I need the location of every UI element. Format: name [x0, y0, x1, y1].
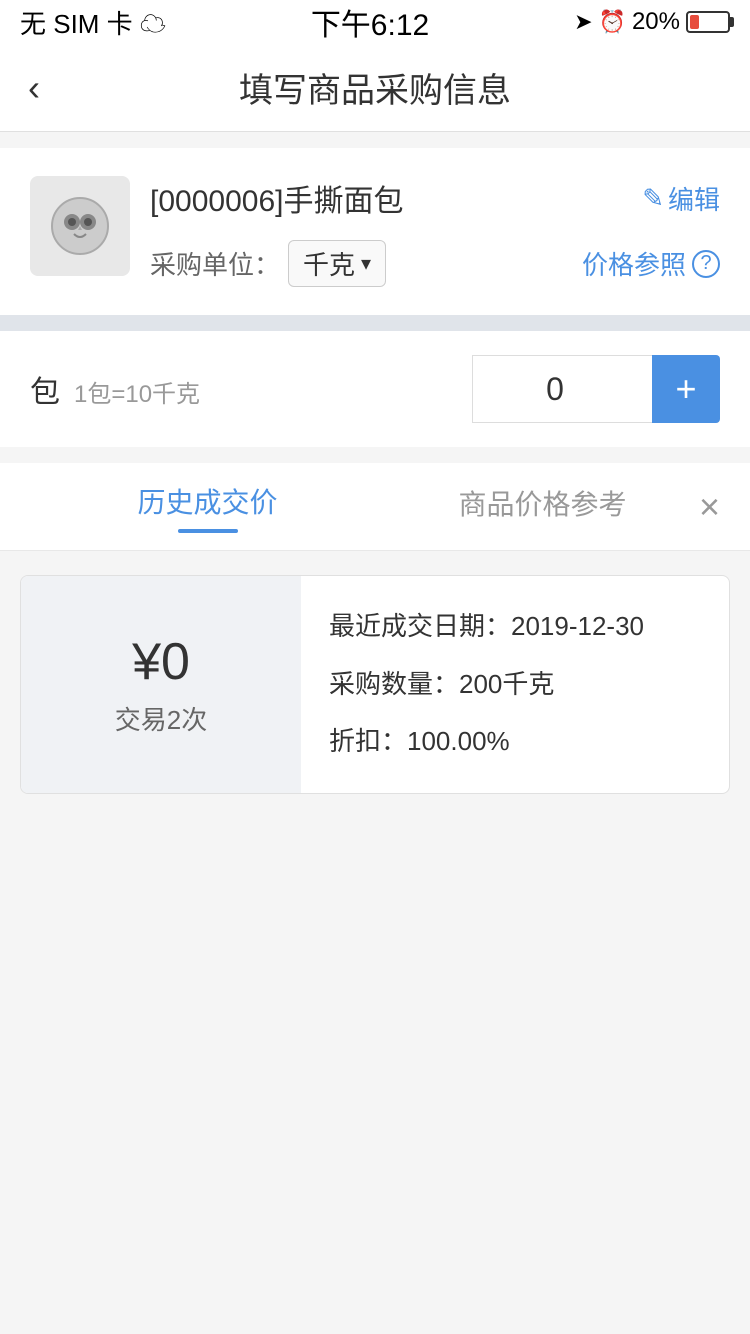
battery-fill: [690, 15, 699, 29]
status-left: 无 SIM 卡 ☁: [20, 4, 166, 41]
tab-bar: 历史成交价 商品价格参考 ×: [0, 463, 750, 551]
unit-label: 采购单位：: [150, 245, 280, 282]
edit-label: 编辑: [668, 180, 720, 217]
section-divider: [0, 315, 750, 331]
history-detail-section: 最近成交日期：2019-12-30 采购数量：200千克 折扣：100.00%: [301, 576, 729, 793]
product-owl-icon: [50, 196, 110, 256]
history-price-value: ¥0: [132, 632, 190, 692]
product-name: [0000006]手撕面包: [150, 176, 403, 220]
product-info: [0000006]手撕面包 ✎ 编辑 采购单位： 千克 ▾ 价格参照 ?: [150, 176, 720, 287]
product-name-row: [0000006]手撕面包 ✎ 编辑: [150, 176, 720, 220]
unit-row: 采购单位： 千克 ▾ 价格参照 ?: [150, 240, 720, 287]
history-qty-row: 采购数量：200千克: [329, 664, 701, 706]
history-latest-date-row: 最近成交日期：2019-12-30: [329, 606, 701, 648]
latest-date-label: 最近成交日期：: [329, 611, 511, 641]
back-button[interactable]: ‹: [28, 67, 40, 109]
product-card: [0000006]手撕面包 ✎ 编辑 采购单位： 千克 ▾ 价格参照 ?: [0, 148, 750, 315]
quantity-left: 包 1包=10千克: [30, 367, 200, 411]
qty-label: 采购数量：: [329, 669, 459, 699]
tab-product-label: 商品价格参考: [458, 483, 626, 531]
quantity-input-group: +: [472, 355, 720, 423]
status-right: ➤ ⏰ 20%: [574, 8, 730, 36]
battery-indicator: [686, 11, 730, 33]
alarm-icon: ⏰: [599, 9, 626, 35]
price-ref-icon: ?: [692, 250, 720, 278]
plus-icon: +: [675, 368, 696, 410]
discount-label: 折扣：: [329, 726, 407, 756]
unit-dropdown-icon: ▾: [361, 251, 371, 276]
tab-close-button[interactable]: ×: [699, 486, 720, 528]
product-image: [30, 176, 130, 276]
edit-icon: ✎: [642, 183, 664, 214]
product-top-row: [0000006]手撕面包 ✎ 编辑 采购单位： 千克 ▾ 价格参照 ?: [30, 176, 720, 287]
main-content: ¥0 交易2次 最近成交日期：2019-12-30 采购数量：200千克 折扣：…: [0, 575, 750, 1275]
tab-product-price-ref[interactable]: 商品价格参考: [375, 483, 710, 531]
unit-value: 千克: [303, 245, 355, 282]
tab-history-price[interactable]: 历史成交价: [40, 481, 375, 533]
unit-select[interactable]: 千克 ▾: [288, 240, 386, 287]
gps-icon: ➤: [574, 9, 592, 35]
price-ref-button[interactable]: 价格参照 ?: [582, 245, 720, 282]
price-ref-label: 价格参照: [582, 245, 686, 282]
history-price-section: ¥0 交易2次: [21, 576, 301, 793]
discount-value: 100.00%: [407, 726, 510, 756]
latest-date-value: 2019-12-30: [511, 611, 644, 641]
tab-active-underline: [178, 529, 238, 533]
battery-percent: 20%: [632, 8, 680, 36]
sim-signal-text: 无 SIM 卡 ☁: [20, 4, 166, 41]
quantity-unit: 包: [30, 367, 60, 411]
tab-history-label: 历史成交价: [137, 481, 277, 529]
history-discount-row: 折扣：100.00%: [329, 721, 701, 763]
quantity-input[interactable]: [472, 355, 652, 423]
status-time: 下午6:12: [311, 0, 429, 44]
quantity-conversion: 1包=10千克: [74, 374, 200, 409]
status-bar: 无 SIM 卡 ☁ 下午6:12 ➤ ⏰ 20%: [0, 0, 750, 44]
history-price-card: ¥0 交易2次 最近成交日期：2019-12-30 采购数量：200千克 折扣：…: [20, 575, 730, 794]
quantity-row: 包 1包=10千克 +: [0, 331, 750, 447]
quantity-plus-button[interactable]: +: [652, 355, 720, 423]
edit-button[interactable]: ✎ 编辑: [642, 180, 720, 217]
page-header: ‹ 填写商品采购信息: [0, 44, 750, 132]
page-title: 填写商品采购信息: [239, 63, 511, 112]
qty-value: 200千克: [459, 669, 554, 699]
history-trade-count: 交易2次: [115, 700, 207, 737]
